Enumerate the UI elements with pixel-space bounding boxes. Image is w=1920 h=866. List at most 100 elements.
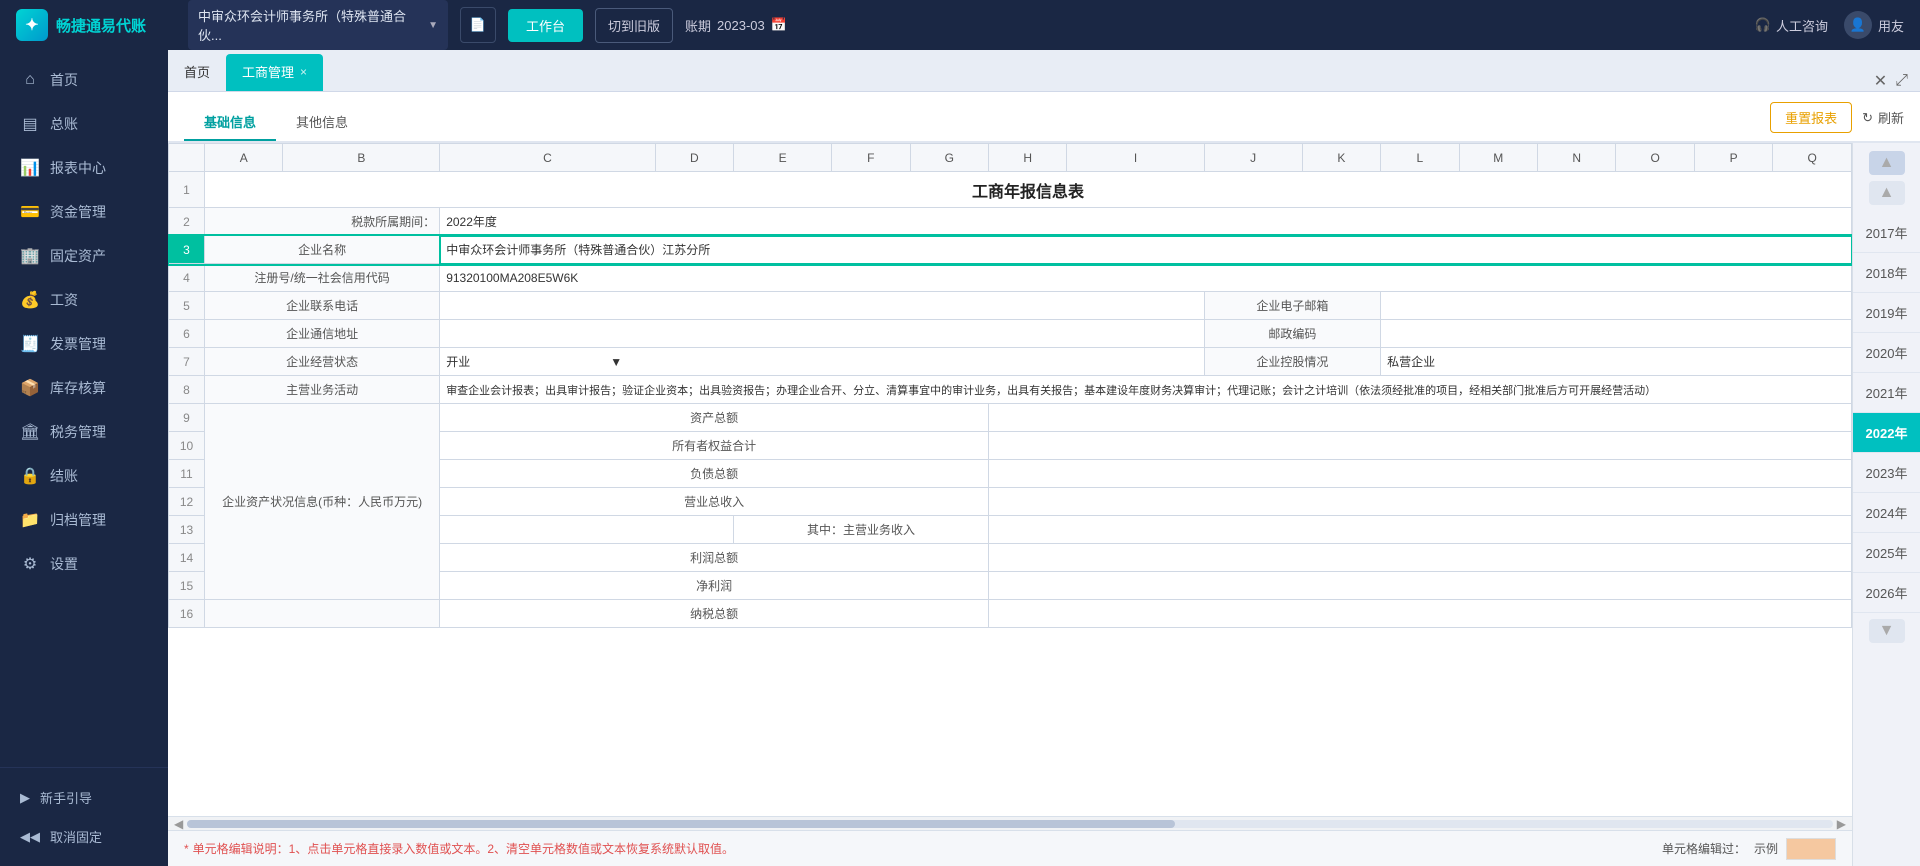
tab-active[interactable]: 工商管理 × — [226, 54, 323, 91]
table-row: 6 企业通信地址 邮政编码 — [169, 320, 1852, 348]
sidebar-item-payroll[interactable]: 💰 工资 — [0, 278, 168, 322]
tax-icon: 🏛 — [20, 422, 40, 442]
sidebar-label-report: 报表中心 — [50, 158, 106, 178]
year-2026[interactable]: 2026年 — [1853, 573, 1920, 613]
col-P[interactable]: P — [1694, 144, 1772, 172]
horizontal-scrollbar[interactable]: ◀ ▶ — [168, 816, 1852, 830]
sidebar-item-unpin[interactable]: ◀◀ 取消固定 — [0, 817, 168, 856]
cell-7-rvalue[interactable]: 私营企业 — [1381, 348, 1852, 376]
year-panel-up2-arrow[interactable]: ▲ — [1869, 181, 1905, 205]
consult-button[interactable]: 🎧 人工咨询 — [1755, 16, 1828, 35]
col-D[interactable]: D — [655, 144, 733, 172]
reset-report-button[interactable]: 重置报表 — [1770, 102, 1852, 133]
col-F[interactable]: F — [832, 144, 910, 172]
close-tab-button[interactable]: ✕ — [1874, 71, 1887, 91]
cell-8-value[interactable]: 审查企业会计报表；出具审计报告；验证企业资本；出具验资报告；办理企业合开、分立、… — [440, 376, 1852, 404]
chevron-down-icon: ▼ — [428, 20, 438, 31]
sidebar-item-archive[interactable]: 📁 归档管理 — [0, 498, 168, 542]
col-H[interactable]: H — [989, 144, 1067, 172]
sidebar-item-invoice[interactable]: 🧾 发票管理 — [0, 322, 168, 366]
sidebar-item-close[interactable]: 🔒 结账 — [0, 454, 168, 498]
cell-16-value[interactable] — [989, 600, 1852, 628]
user-area[interactable]: 👤 用友 — [1844, 11, 1904, 39]
sidebar-item-ledger[interactable]: ▤ 总账 — [0, 102, 168, 146]
calendar-icon[interactable]: 📅 — [771, 17, 787, 33]
cell-6-label: 企业通信地址 — [205, 320, 440, 348]
sidebar-item-inventory[interactable]: 📦 库存核算 — [0, 366, 168, 410]
scroll-track[interactable] — [187, 820, 1833, 828]
tab-home[interactable]: 首页 — [168, 54, 226, 91]
table-row: 5 企业联系电话 企业电子邮箱 — [169, 292, 1852, 320]
cell-5-rvalue[interactable] — [1381, 292, 1852, 320]
col-C[interactable]: C — [440, 144, 655, 172]
col-K[interactable]: K — [1302, 144, 1380, 172]
old-version-button[interactable]: 切到旧版 — [595, 8, 673, 43]
col-J[interactable]: J — [1204, 144, 1302, 172]
scroll-right-arrow[interactable]: ▶ — [1833, 817, 1850, 831]
row-num-10: 10 — [169, 432, 205, 460]
cell-2-value[interactable]: 2022年度 — [440, 208, 1852, 236]
sidebar-item-settings[interactable]: ⚙ 设置 — [0, 542, 168, 586]
avatar: 👤 — [1844, 11, 1872, 39]
cell-10-value[interactable] — [989, 432, 1852, 460]
cell-6-value[interactable] — [440, 320, 1204, 348]
document-icon-button[interactable]: 📄 — [460, 7, 496, 43]
year-2023[interactable]: 2023年 — [1853, 453, 1920, 493]
col-B[interactable]: B — [283, 144, 440, 172]
year-2021[interactable]: 2021年 — [1853, 373, 1920, 413]
company-selector[interactable]: 中审众环会计师事务所（特殊普通合伙... ▼ — [188, 0, 448, 50]
tab-actions: ✕ ⤢ — [1862, 71, 1920, 91]
year-2019[interactable]: 2019年 — [1853, 293, 1920, 333]
table-row[interactable]: 3 企业名称 中审众环会计师事务所（特殊普通合伙）江苏分所 — [169, 236, 1852, 264]
sub-tab-other[interactable]: 其他信息 — [276, 104, 368, 141]
sidebar-item-fund[interactable]: 💳 资金管理 — [0, 190, 168, 234]
cell-12-value[interactable] — [989, 488, 1852, 516]
sidebar-item-tax[interactable]: 🏛 税务管理 — [0, 410, 168, 454]
user-label: 用友 — [1878, 16, 1904, 35]
title-cell[interactable]: 工商年报信息表 — [205, 172, 1852, 208]
row-num-7: 7 — [169, 348, 205, 376]
refresh-button[interactable]: ↻ 刷新 — [1862, 108, 1904, 127]
col-O[interactable]: O — [1616, 144, 1694, 172]
workbench-button[interactable]: 工作台 — [508, 9, 583, 42]
company-name-text: 中审众环会计师事务所（特殊普通合伙... — [198, 6, 422, 44]
col-N[interactable]: N — [1538, 144, 1616, 172]
col-E[interactable]: E — [734, 144, 832, 172]
tab-close-icon[interactable]: × — [300, 65, 307, 79]
cell-15-value[interactable] — [989, 572, 1852, 600]
cell-9-value[interactable] — [989, 404, 1852, 432]
cell-14-value[interactable] — [989, 544, 1852, 572]
col-A[interactable]: A — [205, 144, 283, 172]
content-area: 首页 工商管理 × ✕ ⤢ 基础信息 其他信息 重置报表 — [168, 50, 1920, 866]
cell-7-value[interactable]: 开业 ▼ — [440, 348, 1204, 376]
expand-tab-button[interactable]: ⤢ — [1895, 72, 1908, 90]
cell-11-value[interactable] — [989, 460, 1852, 488]
col-I[interactable]: I — [1067, 144, 1204, 172]
year-2018[interactable]: 2018年 — [1853, 253, 1920, 293]
year-2022[interactable]: 2022年 — [1853, 413, 1920, 453]
cell-5-value[interactable] — [440, 292, 1204, 320]
year-2024[interactable]: 2024年 — [1853, 493, 1920, 533]
col-G[interactable]: G — [910, 144, 988, 172]
cell-4-value[interactable]: 91320100MA208E5W6K — [440, 264, 1852, 292]
scroll-thumb[interactable] — [187, 820, 1174, 828]
col-M[interactable]: M — [1459, 144, 1537, 172]
col-header-row: A B C D E F G H I J — [169, 144, 1852, 172]
sidebar-item-report[interactable]: 📊 报表中心 — [0, 146, 168, 190]
year-2025[interactable]: 2025年 — [1853, 533, 1920, 573]
sidebar-item-guide[interactable]: ▶ 新手引导 — [0, 778, 168, 817]
year-panel-down-arrow[interactable]: ▼ — [1869, 619, 1905, 643]
sidebar-item-home[interactable]: ⌂ 首页 — [0, 58, 168, 102]
sub-tab-basic[interactable]: 基础信息 — [184, 104, 276, 141]
sidebar-item-asset[interactable]: 🏢 固定资产 — [0, 234, 168, 278]
year-2017[interactable]: 2017年 — [1853, 213, 1920, 253]
col-Q[interactable]: Q — [1773, 144, 1852, 172]
year-panel-up-arrow[interactable]: ▲ — [1869, 151, 1905, 175]
scroll-left-arrow[interactable]: ◀ — [170, 817, 187, 831]
cell-13-value[interactable] — [989, 516, 1852, 544]
year-2020[interactable]: 2020年 — [1853, 333, 1920, 373]
col-L[interactable]: L — [1381, 144, 1459, 172]
spreadsheet-container[interactable]: A B C D E F G H I J — [168, 143, 1852, 816]
cell-3-value[interactable]: 中审众环会计师事务所（特殊普通合伙）江苏分所 — [440, 236, 1852, 264]
cell-6-rvalue[interactable] — [1381, 320, 1852, 348]
